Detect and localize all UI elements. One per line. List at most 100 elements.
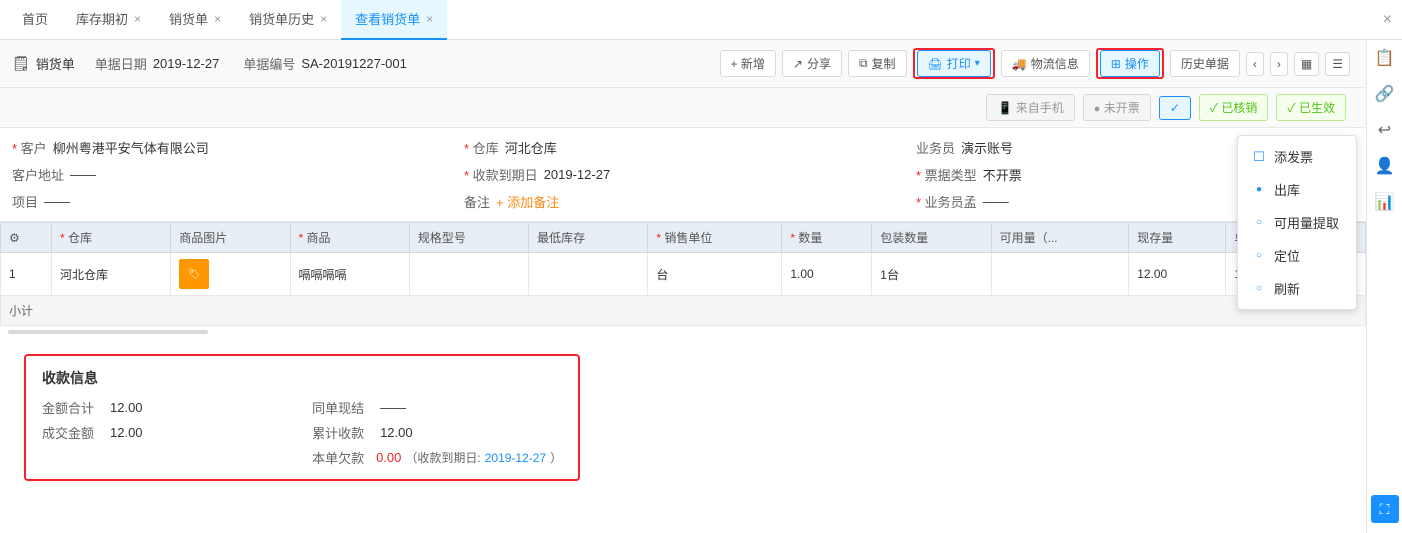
dropdown-refresh[interactable]: ○ 刷新: [1238, 272, 1356, 305]
nav-next-button[interactable]: ›: [1270, 52, 1288, 76]
sidebar-expand-button[interactable]: ⛶: [1371, 495, 1399, 523]
status-buttons: 📱 来自手机 ● 未开票 ✓ ✓ 已核销 ✓ 已生效: [986, 94, 1346, 121]
customer-label: 客户: [12, 138, 47, 157]
warehouse-row: 仓库 河北仓库: [464, 138, 900, 157]
refresh-icon: ○: [1252, 282, 1266, 296]
cell-row-num: 1: [1, 253, 52, 296]
sidebar-link-icon[interactable]: 🔗: [1375, 84, 1395, 104]
payment-title: 收款信息: [42, 368, 562, 388]
grid-view-button[interactable]: ▦: [1294, 52, 1319, 76]
from-phone-button[interactable]: 📱 来自手机: [986, 94, 1074, 121]
grid-view-icon: ▦: [1301, 57, 1312, 71]
history-label: 历史单据: [1181, 55, 1229, 72]
quantity-take-icon: ○: [1252, 216, 1266, 230]
table-row: 1 河北仓库 🏷 嗝嗝嗝嗝 台 1.00 1台 12.00 12.00 0.: [1, 253, 1366, 296]
copy-label: 复制: [872, 55, 896, 72]
tab-home[interactable]: 首页: [8, 0, 62, 40]
dropdown-locate[interactable]: ○ 定位: [1238, 239, 1356, 272]
not-opened-button[interactable]: ● 未开票: [1083, 94, 1151, 121]
outbound-label: 出库: [1274, 180, 1300, 199]
transaction-value: 12.00: [110, 425, 143, 440]
cell-product: 嗝嗝嗝嗝: [290, 253, 409, 296]
tab-inventory-close[interactable]: ×: [134, 12, 141, 26]
date-value: 2019-12-27: [153, 56, 220, 71]
dropdown-quantity-take[interactable]: ○ 可用量提取: [1238, 206, 1356, 239]
project-label: 项目: [12, 192, 38, 211]
col-quantity: 数量: [782, 223, 872, 253]
amount-total-value: 12.00: [110, 400, 143, 415]
same-order-label: 同单现结: [312, 398, 372, 417]
current-owe-value: 0.00: [376, 450, 401, 465]
tab-inventory-start[interactable]: 库存期初 ×: [62, 0, 155, 40]
tab-bar-close[interactable]: ×: [1383, 11, 1392, 29]
tab-view-sales-close[interactable]: ×: [426, 12, 433, 26]
toolbar-right: + 新增 ↗ 分享 ⧉ 复制 🖨 打印 ▾ 🚚 物流信息: [720, 48, 1350, 79]
staff2-label: 业务员孟: [916, 192, 977, 211]
sidebar-chart-icon[interactable]: 📊: [1375, 192, 1395, 212]
address-value: ——: [70, 167, 96, 182]
add-note-button[interactable]: + 添加备注: [496, 192, 559, 211]
history-button[interactable]: 历史单据: [1170, 50, 1240, 77]
ops-button[interactable]: ⊞ 操作: [1100, 50, 1160, 77]
warehouse-value: 河北仓库: [505, 138, 557, 157]
tab-sales-order-close[interactable]: ×: [214, 12, 221, 26]
col-pack-qty: 包装数量: [872, 223, 991, 253]
effect-icon: ✓: [1287, 101, 1295, 115]
doc-meta: 单据日期 2019-12-27 单据编号 SA-20191227-001: [95, 54, 720, 73]
print-icon: 🖨: [928, 57, 943, 71]
right-sidebar: 📋 🔗 ↩ 👤 📊 ⛶: [1366, 40, 1402, 533]
payment-box: 收款信息 金额合计 12.00 同单现结 —— 成交金额 12.00 累计收款 …: [24, 354, 580, 481]
scroll-area[interactable]: [0, 326, 1366, 338]
tab-view-sales[interactable]: 查看销货单 ×: [341, 0, 447, 40]
payment-date-label: 收款到期日: [464, 165, 538, 184]
staff2-value: ——: [983, 194, 1009, 209]
tab-sales-history-close[interactable]: ×: [320, 12, 327, 26]
tab-sales-order[interactable]: 销货单 ×: [155, 0, 235, 40]
list-view-button[interactable]: ☰: [1325, 52, 1350, 76]
share-button[interactable]: ↗ 分享: [782, 50, 842, 77]
check-button[interactable]: ✓: [1159, 96, 1191, 120]
cumulative-row: 累计收款 12.00: [312, 423, 562, 442]
locate-label: 定位: [1274, 246, 1300, 265]
cell-min-stock: [529, 253, 648, 296]
logistics-button[interactable]: 🚚 物流信息: [1001, 50, 1090, 77]
verified-label: 已核销: [1221, 101, 1257, 115]
staff-value: 演示账号: [961, 138, 1013, 157]
nav-prev-button[interactable]: ‹: [1246, 52, 1264, 76]
invoice-type-value: 不开票: [983, 165, 1022, 184]
sidebar-user-icon[interactable]: 👤: [1375, 156, 1395, 176]
dropdown-add-invoice[interactable]: ☐ 添发票: [1238, 140, 1356, 173]
refresh-label: 刷新: [1274, 279, 1300, 298]
copy-button[interactable]: ⧉ 复制: [848, 50, 907, 77]
sidebar-doc-icon[interactable]: 📋: [1375, 48, 1395, 68]
dropdown-menu: ☐ 添发票 ● 出库 ○ 可用量提取 ○ 定位 ○ 刷新: [1237, 135, 1357, 310]
sidebar-undo-icon[interactable]: ↩: [1378, 120, 1391, 140]
tab-inventory-label: 库存期初: [76, 9, 128, 28]
print-dropdown-arrow: ▾: [975, 58, 980, 69]
note-row: 备注 + 添加备注: [464, 192, 900, 211]
not-opened-label: 未开票: [1104, 101, 1140, 115]
number-label: 单据编号: [243, 54, 295, 73]
new-button[interactable]: + 新增: [720, 50, 776, 77]
cell-available: [991, 253, 1129, 296]
staff-label: 业务员: [916, 138, 955, 157]
tab-bar: 首页 库存期初 × 销货单 × 销货单历史 × 查看销货单 × ×: [0, 0, 1402, 40]
cell-product-img: 🏷: [171, 253, 290, 296]
col-settings[interactable]: ⚙: [1, 223, 52, 253]
verified-button[interactable]: ✓ 已核销: [1199, 94, 1269, 121]
cell-stock: 12.00: [1129, 253, 1226, 296]
warehouse-label: 仓库: [464, 138, 499, 157]
print-button[interactable]: 🖨 打印 ▾: [917, 50, 991, 77]
doc-title-area: 🗒 销货单: [12, 54, 75, 73]
project-value: ——: [44, 194, 70, 209]
doc-header: 🗒 销货单 单据日期 2019-12-27 单据编号 SA-20191227-0…: [0, 40, 1402, 88]
note-label: 备注: [464, 192, 490, 211]
scroll-thumb: [8, 330, 208, 334]
dropdown-outbound[interactable]: ● 出库: [1238, 173, 1356, 206]
main-content: 🗒 销货单 单据日期 2019-12-27 单据编号 SA-20191227-0…: [0, 40, 1402, 533]
cell-quantity: 1.00: [782, 253, 872, 296]
effect-button[interactable]: ✓ 已生效: [1276, 94, 1346, 121]
tab-sales-history[interactable]: 销货单历史 ×: [235, 0, 341, 40]
cell-sales-unit: 台: [648, 253, 782, 296]
owe-row: 本单欠款 0.00 （收款到期日: 2019-12-27 ）: [312, 448, 562, 467]
